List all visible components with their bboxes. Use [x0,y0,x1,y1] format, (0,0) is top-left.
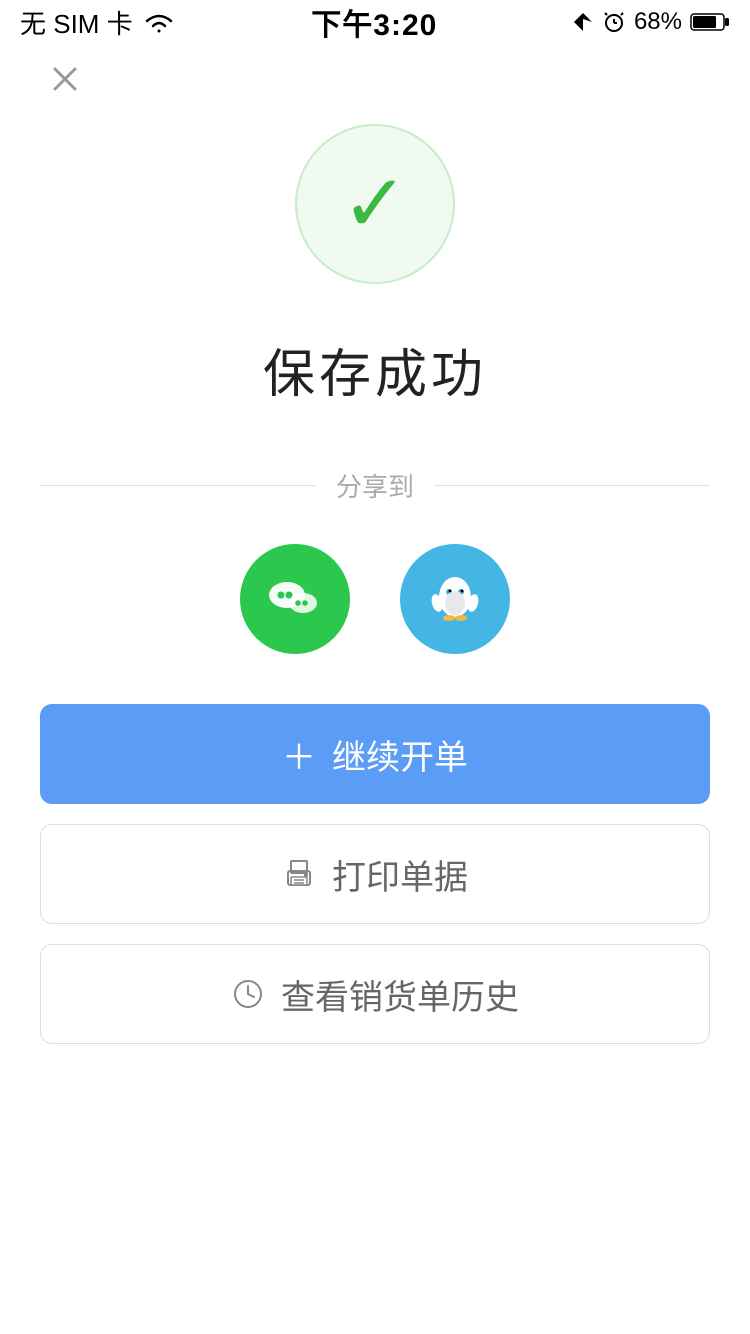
battery-percent: 68% [634,8,682,36]
continue-button[interactable]: ＋ 继续开单 [40,704,710,804]
print-label: 打印单据 [332,850,468,899]
share-divider: 分享到 [40,467,710,504]
share-icons [40,544,710,654]
success-title: 保存成功 [263,332,487,407]
history-label: 查看销货单历史 [281,970,519,1019]
wechat-icon [263,567,327,631]
wechat-share-button[interactable] [240,544,350,654]
clock-icon [231,977,265,1011]
history-button[interactable]: 查看销货单历史 [40,944,710,1044]
status-bar: 无 SIM 卡 下午3:20 68% [0,0,750,44]
battery-icon [690,11,730,33]
close-button[interactable] [40,54,90,104]
share-section: 分享到 [40,467,710,654]
print-button[interactable]: 打印单据 [40,824,710,924]
main-content: ✓ 保存成功 分享到 [0,44,750,1044]
status-left: 无 SIM 卡 [20,4,177,41]
qq-icon [423,567,487,631]
printer-icon [282,857,316,891]
qq-share-button[interactable] [400,544,510,654]
continue-label: 继续开单 [332,730,468,779]
check-icon: ✓ [341,164,408,244]
alarm-icon [602,10,626,34]
status-right: 68% [572,8,730,36]
status-time: 下午3:20 [311,0,437,44]
share-label: 分享到 [336,467,414,504]
wifi-icon [141,9,177,35]
no-sim-text: 无 SIM 卡 [20,4,133,41]
location-icon [572,11,594,33]
plus-icon: ＋ [282,730,316,779]
success-circle: ✓ [295,124,455,284]
action-buttons: ＋ 继续开单 打印单据 [40,704,710,1044]
